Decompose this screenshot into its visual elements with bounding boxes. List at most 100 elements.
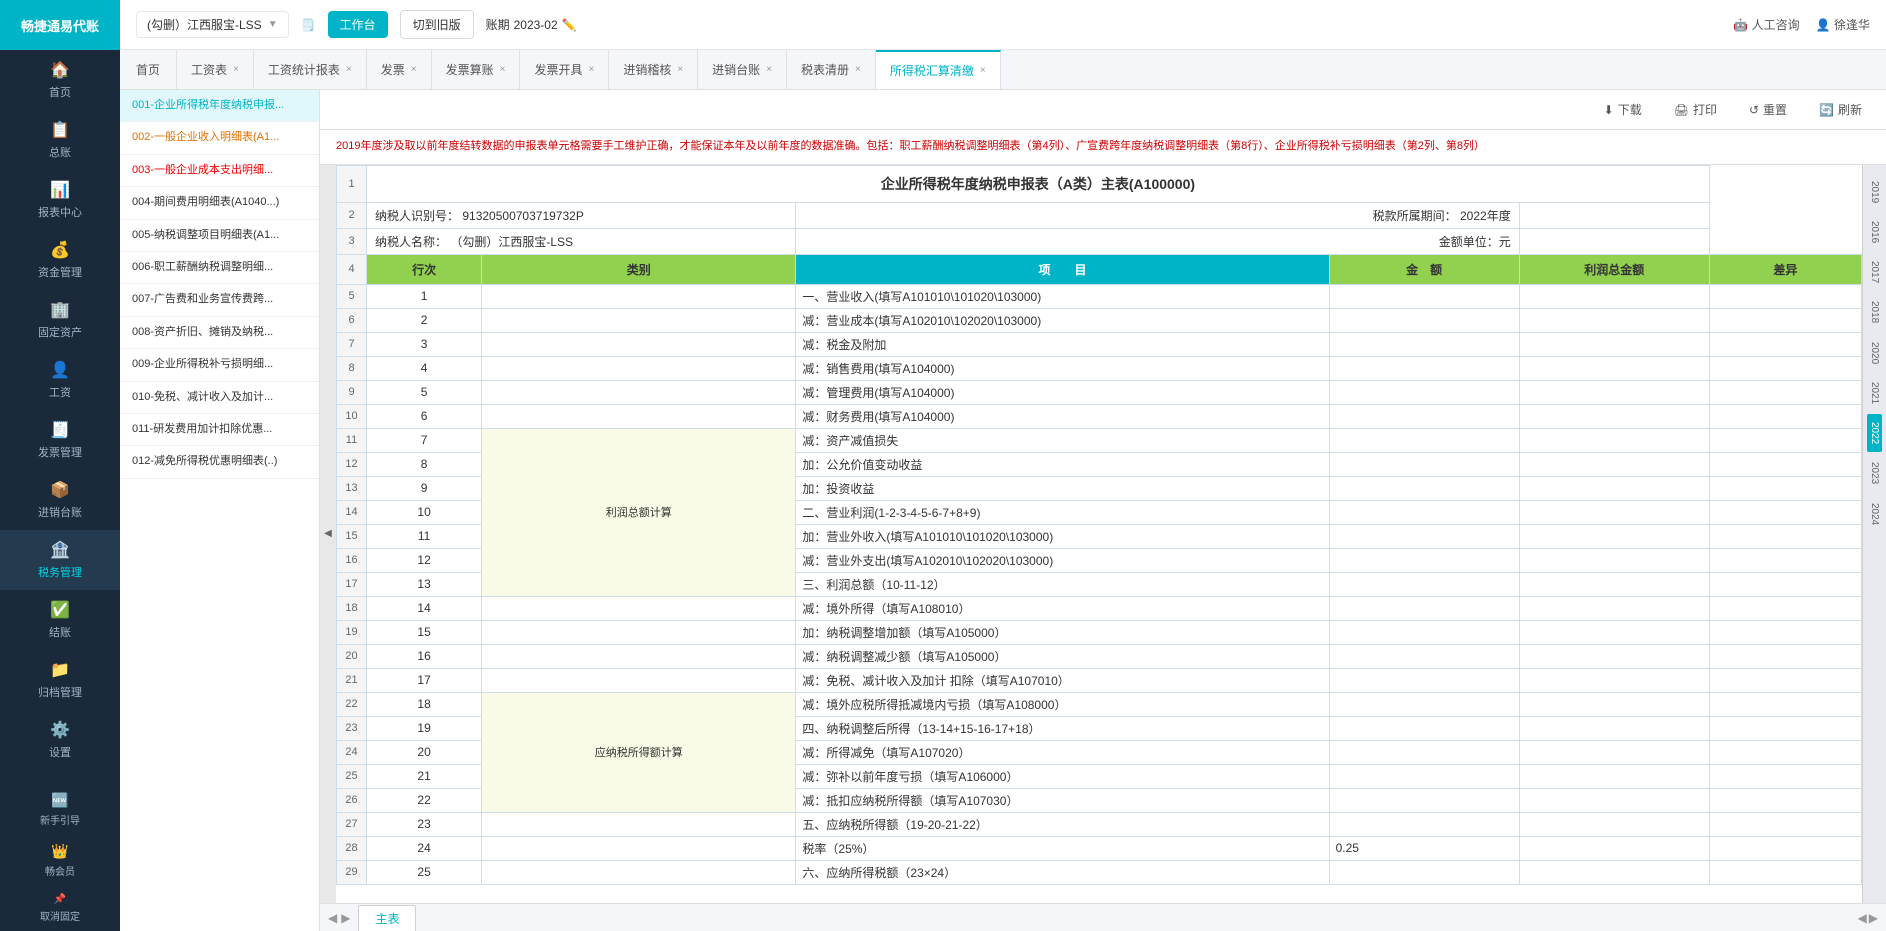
table-row: 18 14 减：境外所得（填写A108010） bbox=[337, 596, 1862, 620]
refresh-label: 刷新 bbox=[1838, 101, 1862, 118]
left-panel-item-010[interactable]: 010-免税、减计收入及加计... bbox=[120, 382, 319, 414]
sidebar-item-report[interactable]: 📊 报表中心 bbox=[0, 170, 120, 230]
sidebar-item-settlement[interactable]: ✅ 结账 bbox=[0, 590, 120, 650]
refresh-icon: 🔄 bbox=[1819, 103, 1834, 117]
year-item-2023[interactable]: 2023 bbox=[1867, 454, 1882, 492]
tab-purchase-ledger[interactable]: 进销台账 × bbox=[698, 50, 787, 90]
user-info[interactable]: 👤 徐逢华 bbox=[1816, 16, 1870, 33]
tab-income-tax-label: 所得税汇算清缴 bbox=[890, 62, 974, 79]
tab-invoice-calc-label: 发票算账 bbox=[446, 61, 494, 78]
print-button[interactable]: 🖨 打印 bbox=[1666, 97, 1725, 122]
year-item-2018[interactable]: 2018 bbox=[1867, 293, 1882, 331]
period-edit-icon[interactable]: ✏️ bbox=[562, 18, 577, 32]
left-panel-item-005[interactable]: 005-纳税调整项目明细表(A1... bbox=[120, 220, 319, 252]
tab-invoice-open[interactable]: 发票开具 × bbox=[520, 50, 609, 90]
tab-payroll-close[interactable]: × bbox=[233, 64, 239, 75]
left-panel-item-011[interactable]: 011-研发费用加计扣除优惠... bbox=[120, 414, 319, 446]
year-item-2019[interactable]: 2019 bbox=[1867, 173, 1882, 211]
tab-payroll-stats-close[interactable]: × bbox=[346, 64, 352, 75]
tab-income-tax-close[interactable]: × bbox=[980, 65, 986, 76]
tab-tax-clear[interactable]: 税表清册 × bbox=[787, 50, 876, 90]
pin-icon: 📌 bbox=[54, 894, 66, 905]
sidebar-item-payroll[interactable]: 👤 工资 bbox=[0, 350, 120, 410]
sidebar-item-member[interactable]: 👑 畅会员 bbox=[0, 835, 120, 886]
sidebar-item-home[interactable]: 🏠 首页 bbox=[0, 50, 120, 110]
sidebar-item-finance[interactable]: 💰 资金管理 bbox=[0, 230, 120, 290]
tab-payroll-stats-label: 工资统计报表 bbox=[268, 61, 340, 78]
sidebar-item-assets-label: 固定资产 bbox=[38, 324, 82, 340]
left-panel-item-009[interactable]: 009-企业所得税补亏损明细... bbox=[120, 349, 319, 381]
taxpayer-id-cell: 纳税人识别号： 91320500703719732P bbox=[367, 202, 796, 228]
tab-invoice-close[interactable]: × bbox=[411, 64, 417, 75]
year-item-2020[interactable]: 2020 bbox=[1867, 334, 1882, 372]
sheet-scroll-left[interactable]: ◀ bbox=[1858, 911, 1867, 925]
table-row: 22 18 应纳税所得额计算 减：境外应税所得抵减境内亏损（填写A108000） bbox=[337, 692, 1862, 716]
sidebar-item-new-guide-label: 新手引导 bbox=[40, 812, 80, 827]
tab-invoice[interactable]: 发票 × bbox=[367, 50, 432, 90]
row-num-1: 1 bbox=[337, 165, 367, 202]
left-panel-item-007[interactable]: 007-广告费和业务宣传费跨... bbox=[120, 284, 319, 316]
switch-old-button[interactable]: 切到旧版 bbox=[400, 10, 474, 39]
year-item-2021[interactable]: 2021 bbox=[1867, 374, 1882, 412]
download-button[interactable]: ⬇ 下载 bbox=[1596, 97, 1650, 122]
sidebar-item-tax[interactable]: 🏦 税务管理 bbox=[0, 530, 120, 590]
home-icon: 🏠 bbox=[50, 60, 70, 80]
left-panel-item-006[interactable]: 006-职工薪酬纳税调整明细... bbox=[120, 252, 319, 284]
tab-payroll[interactable]: 工资表 × bbox=[177, 50, 254, 90]
company-selector[interactable]: (勾删）江西服宝-LSS ▼ bbox=[136, 11, 289, 38]
ai-label: 人工咨询 bbox=[1752, 18, 1800, 32]
sheet-scroll-right[interactable]: ▶ bbox=[1869, 911, 1878, 925]
sheet-nav-prev[interactable]: ◀ bbox=[328, 911, 337, 925]
tab-invoice-calc-close[interactable]: × bbox=[500, 64, 506, 75]
table-row: 11 7 利润总额计算 减：资产减值损失 bbox=[337, 428, 1862, 452]
sidebar-item-assets[interactable]: 🏢 固定资产 bbox=[0, 290, 120, 350]
ai-consult-btn[interactable]: 🤖 人工咨询 bbox=[1733, 16, 1799, 33]
sidebar-item-archive-label: 归档管理 bbox=[38, 684, 82, 700]
sidebar-item-archive[interactable]: 📁 归档管理 bbox=[0, 650, 120, 710]
year-item-2016[interactable]: 2016 bbox=[1867, 213, 1882, 251]
year-item-2024[interactable]: 2024 bbox=[1867, 495, 1882, 533]
left-panel-item-002[interactable]: 002-一般企业收入明细表(A1... bbox=[120, 122, 319, 154]
tab-income-tax[interactable]: 所得税汇算清缴 × bbox=[876, 50, 1001, 90]
settings-icon: ⚙️ bbox=[50, 720, 70, 740]
tab-tax-clear-label: 税表清册 bbox=[801, 61, 849, 78]
reset-label: 重置 bbox=[1763, 101, 1787, 118]
sidebar-item-settings[interactable]: ⚙️ 设置 bbox=[0, 710, 120, 770]
left-panel-item-004[interactable]: 004-期间费用明细表(A1040...) bbox=[120, 187, 319, 219]
sidebar-item-ledger-label: 总账 bbox=[49, 144, 71, 160]
period-label: 账期 bbox=[486, 16, 510, 33]
sidebar-item-ledger[interactable]: 📋 总账 bbox=[0, 110, 120, 170]
reset-button[interactable]: ↺ 重置 bbox=[1741, 97, 1795, 122]
left-panel-item-012[interactable]: 012-减免所得税优惠明细表(..) bbox=[120, 446, 319, 478]
collapse-panel-btn[interactable]: ◀ bbox=[320, 165, 336, 903]
sidebar-item-invoice-mgmt[interactable]: 🧾 发票管理 bbox=[0, 410, 120, 470]
col-header-f: 差异 bbox=[1709, 254, 1861, 284]
tax-period-label: 税款所属期间： bbox=[1373, 209, 1457, 223]
left-panel-item-003[interactable]: 003-一般企业成本支出明细... bbox=[120, 155, 319, 187]
tab-payroll-stats[interactable]: 工资统计报表 × bbox=[254, 50, 367, 90]
column-header-row: 4 行次 类别 项 目 金 额 利润总金额 差异 bbox=[337, 254, 1862, 284]
year-item-2017[interactable]: 2017 bbox=[1867, 253, 1882, 291]
sheet-nav-next[interactable]: ▶ bbox=[341, 911, 350, 925]
sidebar-item-purchase-mgmt[interactable]: 📦 进销台账 bbox=[0, 470, 120, 530]
sidebar-item-purchase-mgmt-label: 进销台账 bbox=[38, 504, 82, 520]
sidebar-item-new-guide[interactable]: 🆕 新手引导 bbox=[0, 784, 120, 835]
sheet-tab-main[interactable]: 主表 bbox=[358, 905, 416, 931]
sidebar-pin-btn[interactable]: 📌 取消固定 bbox=[0, 886, 120, 931]
tab-invoice-open-close[interactable]: × bbox=[588, 64, 594, 75]
tab-tax-clear-close[interactable]: × bbox=[855, 64, 861, 75]
workbench-button[interactable]: 工作台 bbox=[328, 11, 388, 38]
tab-invoice-calc[interactable]: 发票算账 × bbox=[432, 50, 521, 90]
year-item-2022[interactable]: 2022 bbox=[1867, 414, 1882, 452]
refresh-button[interactable]: 🔄 刷新 bbox=[1811, 97, 1870, 122]
left-panel-item-008[interactable]: 008-资产折旧、摊销及纳税... bbox=[120, 317, 319, 349]
spreadsheet: 1 企业所得税年度纳税申报表（A类）主表(A100000) 2 纳税人识别号： … bbox=[336, 165, 1862, 903]
tab-purchase-close[interactable]: × bbox=[677, 64, 683, 75]
tab-home[interactable]: 首页 bbox=[120, 50, 177, 90]
left-panel-item-001[interactable]: 001-企业所得税年度纳税申报... bbox=[120, 90, 319, 122]
body-area: 001-企业所得税年度纳税申报... 002-一般企业收入明细表(A1... 0… bbox=[120, 90, 1886, 931]
ai-icon: 🤖 bbox=[1733, 18, 1748, 32]
col-header-b: 类别 bbox=[482, 254, 796, 284]
tab-purchase[interactable]: 进销稽核 × bbox=[609, 50, 698, 90]
tab-purchase-ledger-close[interactable]: × bbox=[766, 64, 772, 75]
